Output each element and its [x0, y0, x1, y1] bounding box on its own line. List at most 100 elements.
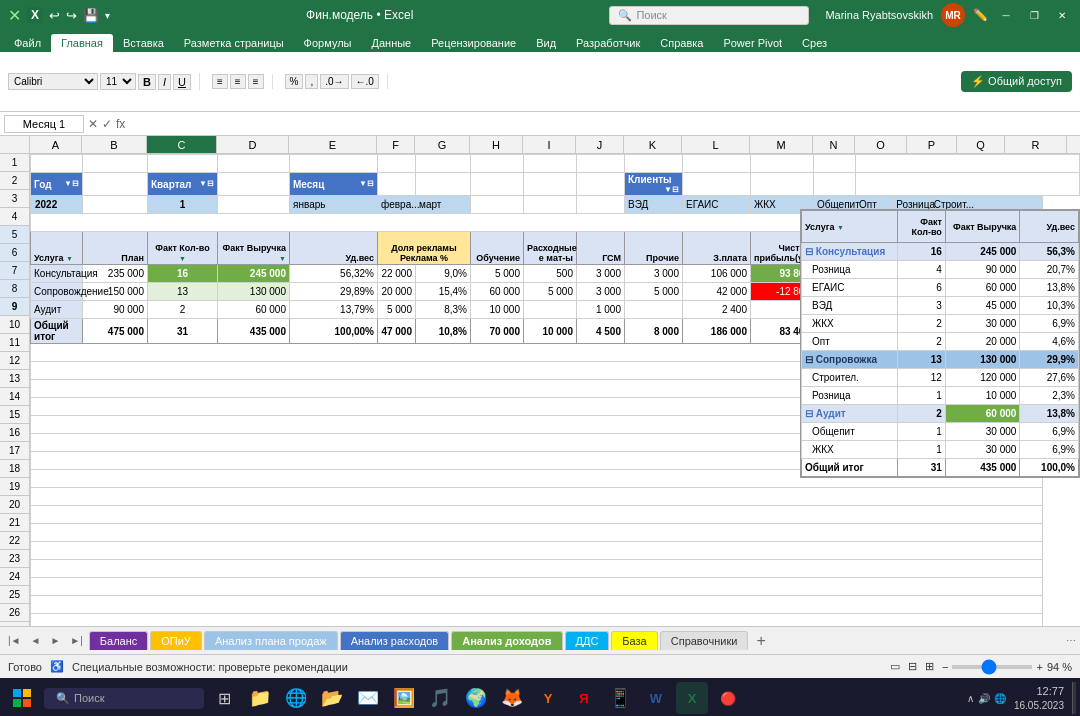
cell-f7[interactable]: 20 000 — [378, 283, 416, 301]
rt-row-opt[interactable]: Опт 2 20 000 4,6% — [802, 333, 1079, 351]
cell-d6[interactable]: 245 000 — [218, 265, 290, 283]
rt-egais-rev[interactable]: 60 000 — [945, 279, 1020, 297]
rt-stroit-qty[interactable]: 12 — [897, 369, 945, 387]
rt-stroit-share[interactable]: 27,6% — [1020, 369, 1079, 387]
hdr-adv[interactable]: Доля рекламы Реклама % — [378, 232, 471, 265]
hdr-other[interactable]: Прочие — [625, 232, 683, 265]
taskbar-email[interactable]: ✉️ — [352, 682, 384, 714]
col-c[interactable]: C — [147, 136, 217, 153]
rt-opt-rev[interactable]: 20 000 — [945, 333, 1020, 351]
taskbar-firefox[interactable]: 🦊 — [496, 682, 528, 714]
rt-row-roz2[interactable]: Розница 1 10 000 2,3% — [802, 387, 1079, 405]
cell-h7[interactable]: 60 000 — [471, 283, 524, 301]
tab-nav-last[interactable]: ►| — [66, 633, 87, 648]
rh-12[interactable]: 12 — [0, 352, 29, 370]
client-ved[interactable]: ВЭД — [625, 196, 683, 214]
rh-8[interactable]: 8 — [0, 280, 29, 298]
cell-h1[interactable] — [471, 155, 524, 173]
cell-n1[interactable] — [814, 155, 856, 173]
align-left-btn[interactable]: ≡ — [212, 74, 228, 89]
cell-c8[interactable]: 2 — [148, 301, 218, 319]
rt-row-obshch[interactable]: Общепит 1 30 000 6,9% — [802, 423, 1079, 441]
font-family-select[interactable]: Calibri — [8, 73, 98, 90]
rt-support-share[interactable]: 29,9% — [1020, 351, 1079, 369]
cell-g1[interactable] — [416, 155, 471, 173]
rh-16[interactable]: 16 — [0, 424, 29, 442]
client-egais[interactable]: ЕГАИС — [683, 196, 751, 214]
format-comma-btn[interactable]: , — [305, 74, 318, 89]
hdr-fact-rev[interactable]: Факт Выручка ▼ — [218, 232, 290, 265]
rh-3[interactable]: 3 — [0, 190, 29, 208]
col-m[interactable]: M — [750, 136, 813, 153]
tab-expenses[interactable]: Анализ расходов — [340, 631, 450, 650]
rth-share[interactable]: Уд.вес — [1020, 211, 1079, 243]
cell-m1[interactable] — [751, 155, 814, 173]
hdr-service[interactable]: Услуга ▼ — [31, 232, 83, 265]
cell-i3[interactable] — [524, 196, 577, 214]
tab-data[interactable]: Данные — [361, 34, 421, 52]
zoom-out-btn[interactable]: − — [942, 661, 948, 673]
rt-zhkh-rev[interactable]: 30 000 — [945, 315, 1020, 333]
quarter-slicer-header[interactable]: Квартал ▼⊟ — [148, 173, 218, 196]
cell-g7[interactable]: 15,4% — [416, 283, 471, 301]
hdr-supplies[interactable]: Расходные е мат-ы — [524, 232, 577, 265]
rt-row-zhkh[interactable]: ЖКХ 2 30 000 6,9% — [802, 315, 1079, 333]
font-size-select[interactable]: 11 — [100, 73, 136, 90]
cell-o1[interactable] — [856, 155, 1080, 173]
cell-j9[interactable]: 4 500 — [577, 319, 625, 344]
cell-b2[interactable] — [83, 173, 148, 196]
redo-btn[interactable]: ↪ — [66, 8, 77, 23]
rh-26[interactable]: 26 — [0, 604, 29, 622]
cell-i2[interactable] — [524, 173, 577, 196]
normal-view-btn[interactable]: ▭ — [890, 660, 900, 673]
rh-13[interactable]: 13 — [0, 370, 29, 388]
cell-row25[interactable] — [31, 614, 1043, 627]
tab-slicer[interactable]: Срез — [792, 34, 837, 52]
cell-c7[interactable]: 13 — [148, 283, 218, 301]
cell-j7[interactable]: 3 000 — [577, 283, 625, 301]
tab-nav-first[interactable]: |◄ — [4, 633, 25, 648]
rh-19[interactable]: 19 — [0, 478, 29, 496]
rt-zhkh-label[interactable]: ЖКХ — [802, 315, 898, 333]
cell-j6[interactable]: 3 000 — [577, 265, 625, 283]
col-j[interactable]: J — [576, 136, 624, 153]
cell-i6[interactable]: 500 — [524, 265, 577, 283]
cell-l2[interactable] — [683, 173, 751, 196]
cell-b8[interactable]: 90 000 — [83, 301, 148, 319]
rt-row-support-hdr[interactable]: ⊟ Сопровожка 13 130 000 29,9% — [802, 351, 1079, 369]
col-h[interactable]: H — [470, 136, 523, 153]
shared-access-btn[interactable]: ⚡ Общий доступ — [961, 71, 1072, 92]
cell-e6[interactable]: 56,32% — [290, 265, 378, 283]
taskbar-files[interactable]: 📂 — [316, 682, 348, 714]
cell-e8[interactable]: 13,79% — [290, 301, 378, 319]
rt-support-qty[interactable]: 13 — [897, 351, 945, 369]
cell-row24[interactable] — [31, 596, 1043, 614]
tab-dds[interactable]: ДДС — [565, 631, 610, 650]
cell-j1[interactable] — [577, 155, 625, 173]
show-desktop-btn[interactable] — [1072, 682, 1076, 714]
col-s[interactable]: S — [1067, 136, 1080, 153]
tab-nav-prev[interactable]: ◄ — [27, 633, 45, 648]
cell-row23[interactable] — [31, 578, 1043, 596]
client-slicer-header[interactable]: Клиенты ▼⊟ — [625, 173, 683, 196]
cell-g2[interactable] — [416, 173, 471, 196]
underline-btn[interactable]: U — [173, 74, 191, 90]
hdr-fact-qty[interactable]: Факт Кол-во ▼ — [148, 232, 218, 265]
cell-g9[interactable]: 10,8% — [416, 319, 471, 344]
cell-f2[interactable] — [378, 173, 416, 196]
align-center-btn[interactable]: ≡ — [230, 74, 246, 89]
cell-h8[interactable]: 10 000 — [471, 301, 524, 319]
dec-increase-btn[interactable]: .0→ — [320, 74, 348, 89]
cell-d8[interactable]: 60 000 — [218, 301, 290, 319]
quarter-1[interactable]: 1 — [148, 196, 218, 214]
taskbar-word[interactable]: W — [640, 682, 672, 714]
cell-d2[interactable] — [218, 173, 290, 196]
cell-e7[interactable]: 29,89% — [290, 283, 378, 301]
taskbar-view-btn[interactable]: ⊞ — [208, 682, 240, 714]
rt-row-egais[interactable]: ЕГАИС 6 60 000 13,8% — [802, 279, 1079, 297]
col-o[interactable]: O — [855, 136, 907, 153]
rth-rev[interactable]: Факт Выручка — [945, 211, 1020, 243]
col-i[interactable]: I — [523, 136, 576, 153]
col-a[interactable]: A — [30, 136, 82, 153]
cell-l6[interactable]: 106 000 — [683, 265, 751, 283]
